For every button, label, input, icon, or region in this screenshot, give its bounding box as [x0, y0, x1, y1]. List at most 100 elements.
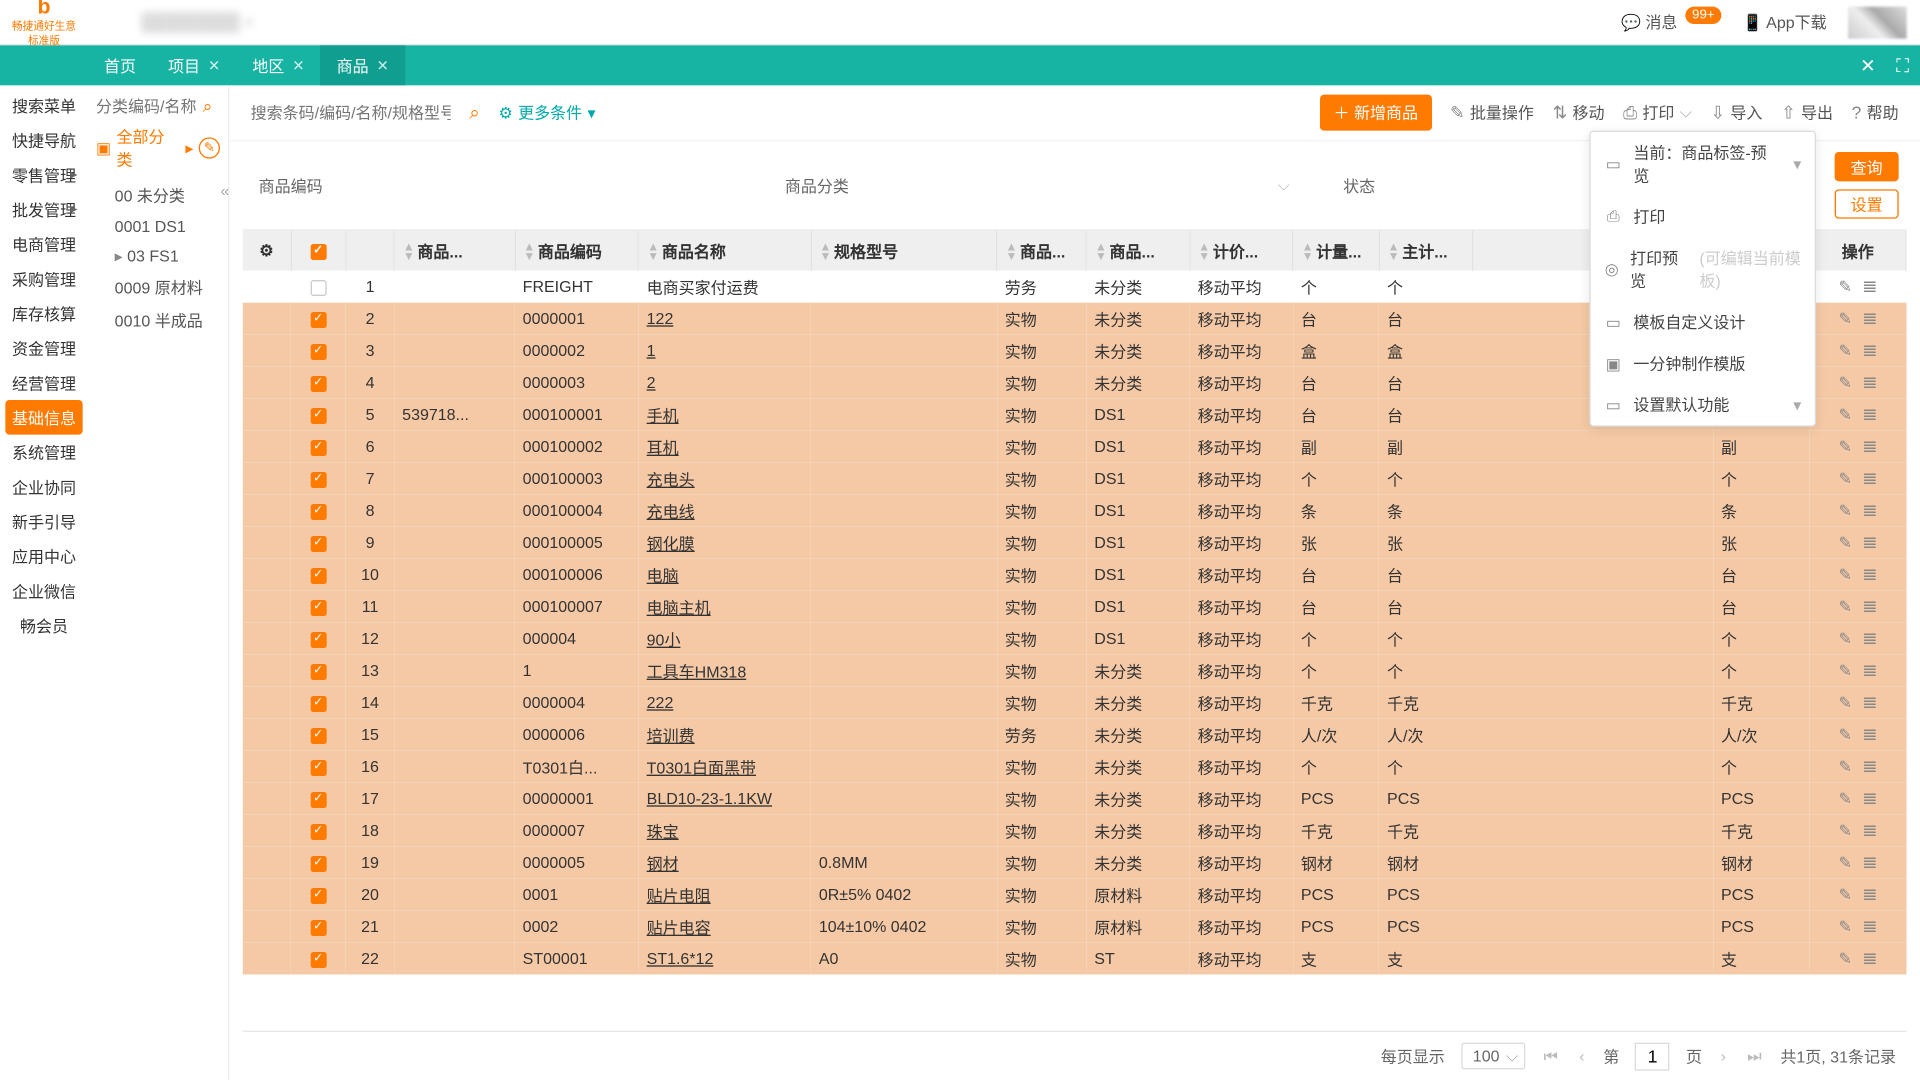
col-select-all[interactable]: [291, 231, 346, 271]
table-row[interactable]: 190000005钢材0.8MM实物未分类移动平均钢材钢材钢材✎𝌆: [243, 847, 1906, 879]
tab-close-all-icon[interactable]: ✕: [1851, 45, 1886, 85]
row-checkbox[interactable]: [310, 280, 326, 296]
print-menu-item[interactable]: ⎙打印: [1591, 196, 1815, 237]
print-menu-item[interactable]: ▭设置默认功能▾: [1591, 384, 1815, 425]
nav-企业协同[interactable]: 企业协同: [0, 469, 88, 504]
search-icon[interactable]: ⌕: [203, 96, 213, 117]
close-icon[interactable]: ✕: [208, 57, 220, 74]
table-row[interactable]: 10000100006电脑实物DS1移动平均台台台✎𝌆: [243, 559, 1906, 591]
nav-电商管理[interactable]: 电商管理: [0, 227, 88, 262]
product-name-link[interactable]: 充电头: [647, 470, 695, 489]
search-icon[interactable]: ⌕: [469, 101, 479, 124]
row-edit-icon[interactable]: ✎: [1839, 533, 1852, 552]
row-more-icon[interactable]: 𝌆: [1863, 533, 1877, 552]
row-more-icon[interactable]: 𝌆: [1863, 373, 1877, 392]
row-checkbox[interactable]: [310, 344, 326, 360]
nav-新手引导[interactable]: 新手引导: [0, 504, 88, 539]
product-name-link[interactable]: 钢化膜: [647, 534, 695, 553]
row-checkbox[interactable]: [310, 504, 326, 520]
row-checkbox[interactable]: [310, 888, 326, 904]
nav-企业微信[interactable]: 企业微信: [0, 573, 88, 608]
tree-item[interactable]: 0001 DS1: [101, 212, 220, 241]
col-barcode[interactable]: ▲▼商品...: [394, 231, 515, 271]
filter-class-select[interactable]: ⌵: [857, 168, 1290, 203]
row-more-icon[interactable]: 𝌆: [1863, 629, 1877, 648]
product-name-link[interactable]: 充电线: [647, 502, 695, 521]
row-edit-icon[interactable]: ✎: [1839, 565, 1852, 584]
col-name[interactable]: ▲▼商品名称: [639, 231, 811, 271]
tree-root-label[interactable]: 全部分类: [116, 125, 180, 170]
row-more-icon[interactable]: 𝌆: [1863, 277, 1877, 296]
table-row[interactable]: 180000007珠宝实物未分类移动平均千克千克千克✎𝌆: [243, 815, 1906, 847]
row-more-icon[interactable]: 𝌆: [1863, 341, 1877, 360]
row-checkbox[interactable]: [310, 600, 326, 616]
col-main-unit[interactable]: ▲▼主计...: [1379, 231, 1472, 271]
per-page-select[interactable]: 100: [1461, 1043, 1525, 1070]
fullscreen-icon[interactable]: ⛶: [1885, 45, 1920, 85]
row-checkbox[interactable]: [310, 472, 326, 488]
product-name-link[interactable]: 2: [647, 373, 656, 392]
company-name[interactable]: ████████ ▾: [141, 11, 253, 32]
print-menu-item[interactable]: ▭模板自定义设计: [1591, 301, 1815, 342]
next-page-icon[interactable]: ›: [1718, 1047, 1729, 1066]
tree-search-input[interactable]: [96, 97, 203, 116]
close-icon[interactable]: ✕: [377, 57, 389, 74]
tab-地区[interactable]: 地区✕: [236, 45, 320, 85]
table-row[interactable]: 1200000490小实物DS1移动平均个个个✎𝌆: [243, 623, 1906, 655]
product-name-link[interactable]: 90小: [647, 630, 681, 649]
print-menu-item[interactable]: ▭当前：商品标签-预览▾: [1591, 132, 1815, 196]
row-edit-icon[interactable]: ✎: [1839, 597, 1852, 616]
messages-link[interactable]: 💬 消息: [1621, 11, 1677, 34]
product-search-input[interactable]: [251, 103, 451, 122]
col-config-icon[interactable]: ⚙: [243, 231, 291, 271]
row-edit-icon[interactable]: ✎: [1839, 309, 1852, 328]
nav-采购管理[interactable]: 采购管理: [0, 261, 88, 296]
first-page-icon[interactable]: ⏮: [1541, 1046, 1561, 1066]
table-row[interactable]: 140000004222实物未分类移动平均千克千克千克✎𝌆: [243, 687, 1906, 719]
product-name-link[interactable]: 耳机: [647, 438, 679, 457]
last-page-icon[interactable]: ⏭: [1745, 1046, 1765, 1066]
col-class[interactable]: ▲▼商品...: [1086, 231, 1189, 271]
row-checkbox[interactable]: [310, 632, 326, 648]
prev-page-icon[interactable]: ‹: [1577, 1047, 1588, 1066]
product-name-link[interactable]: 贴片电容: [647, 918, 711, 937]
table-row[interactable]: 9000100005钢化膜实物DS1移动平均张张张✎𝌆: [243, 527, 1906, 559]
row-edit-icon[interactable]: ✎: [1839, 821, 1852, 840]
table-row[interactable]: 1700000001BLD10-23-1.1KW实物未分类移动平均PCSPCSP…: [243, 783, 1906, 815]
row-edit-icon[interactable]: ✎: [1839, 437, 1852, 456]
tree-item[interactable]: 0009 原材料: [101, 271, 220, 304]
col-attr[interactable]: ▲▼商品...: [997, 231, 1087, 271]
row-checkbox[interactable]: [310, 408, 326, 424]
row-checkbox[interactable]: [310, 664, 326, 680]
row-checkbox[interactable]: [310, 376, 326, 392]
action-导出[interactable]: ⇧导出: [1781, 101, 1833, 124]
action-批量操作[interactable]: ✎批量操作: [1450, 101, 1534, 124]
settings-button[interactable]: 设置: [1835, 189, 1899, 218]
row-checkbox[interactable]: [310, 952, 326, 968]
product-name-link[interactable]: 珠宝: [647, 822, 679, 841]
row-edit-icon[interactable]: ✎: [1839, 469, 1852, 488]
row-more-icon[interactable]: 𝌆: [1863, 437, 1877, 456]
nav-搜索菜单[interactable]: 搜索菜单: [0, 88, 88, 123]
row-edit-icon[interactable]: ✎: [1839, 501, 1852, 520]
product-name-link[interactable]: 电脑: [647, 566, 679, 585]
product-name-link[interactable]: 电脑主机: [647, 598, 711, 617]
row-checkbox[interactable]: [310, 760, 326, 776]
nav-批发管理[interactable]: 批发管理: [0, 192, 88, 227]
row-edit-icon[interactable]: ✎: [1839, 661, 1852, 680]
nav-资金管理[interactable]: 资金管理: [0, 331, 88, 366]
nav-快捷导航[interactable]: 快捷导航: [0, 123, 88, 158]
nav-经营管理[interactable]: 经营管理: [0, 365, 88, 400]
row-checkbox[interactable]: [310, 824, 326, 840]
row-more-icon[interactable]: 𝌆: [1863, 725, 1877, 744]
print-menu-item[interactable]: ◎打印预览(可编辑当前模板): [1591, 237, 1815, 301]
row-more-icon[interactable]: 𝌆: [1863, 853, 1877, 872]
edit-tree-icon[interactable]: ✎: [199, 137, 220, 158]
product-name-link[interactable]: T0301白面黑带: [647, 758, 756, 777]
tab-项目[interactable]: 项目✕: [152, 45, 236, 85]
nav-零售管理[interactable]: 零售管理: [0, 157, 88, 192]
row-edit-icon[interactable]: ✎: [1839, 853, 1852, 872]
row-more-icon[interactable]: 𝌆: [1863, 501, 1877, 520]
nav-畅会员[interactable]: 畅会员: [0, 608, 88, 643]
nav-基础信息[interactable]: 基础信息: [5, 400, 82, 435]
